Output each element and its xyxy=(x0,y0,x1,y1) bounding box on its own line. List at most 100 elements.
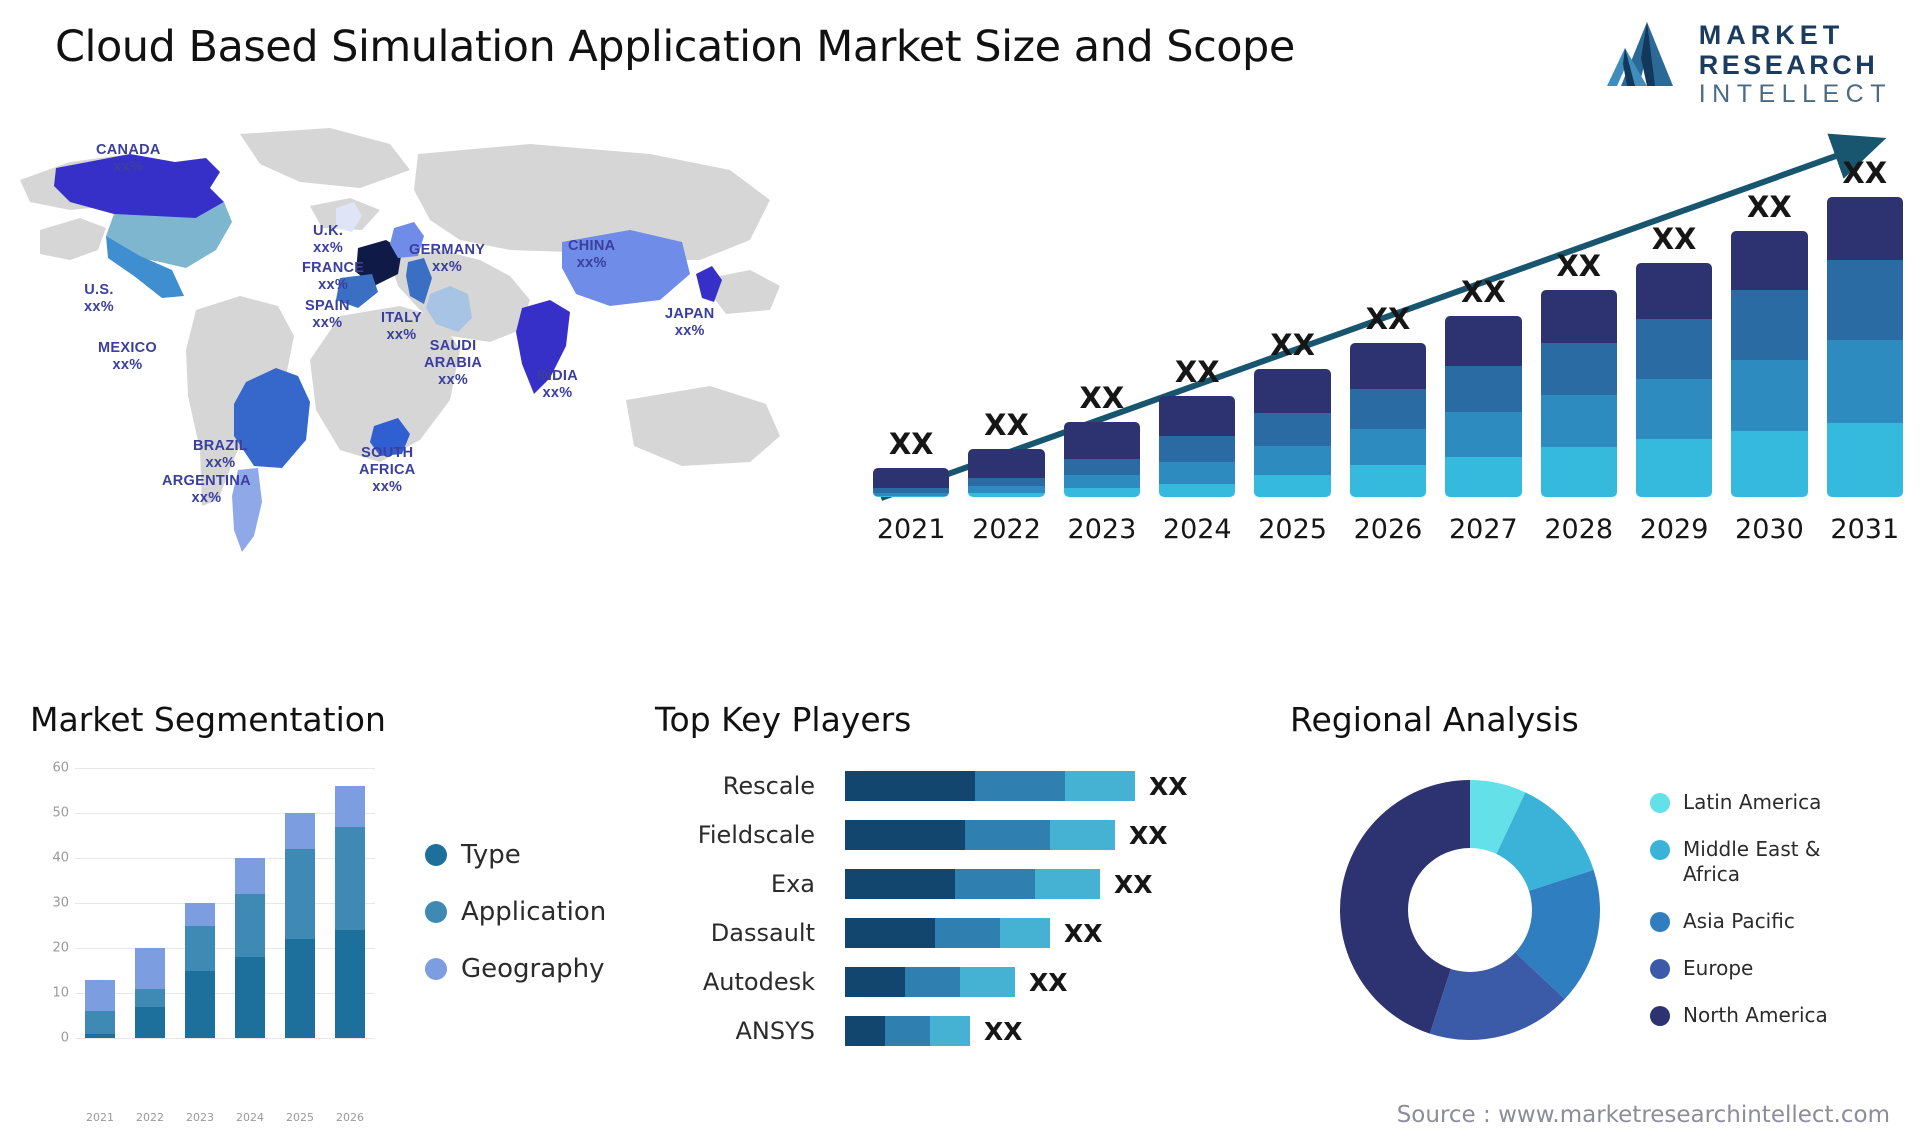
forecast-bar-segment xyxy=(1826,422,1903,497)
regional-legend-item[interactable]: Middle East & Africa xyxy=(1650,837,1873,887)
forecast-bar-segment xyxy=(1540,343,1617,396)
player-row: Fieldscale XX xyxy=(655,819,1305,851)
segmentation-y-tick: 30 xyxy=(52,895,69,911)
segmentation-bar-segment xyxy=(335,826,365,930)
regional-legend-item[interactable]: Latin America xyxy=(1650,790,1873,815)
segmentation-legend-label: Type xyxy=(461,840,521,870)
segmentation-y-tick: 20 xyxy=(52,940,69,956)
regional-legend-item[interactable]: Asia Pacific xyxy=(1650,909,1873,934)
segmentation-x-label: 2023 xyxy=(186,1111,214,1124)
forecast-bar-segment xyxy=(1159,483,1236,497)
player-value-label: XX xyxy=(1149,771,1188,801)
segmentation-plot: 2021 2022 2023 2024 2025 2026 0 10 20 30 40 50 60 xyxy=(52,761,375,1124)
map-label-value: xx% xyxy=(313,240,344,257)
segmentation-bar-segment xyxy=(135,1006,165,1038)
regional-legend-label: Europe xyxy=(1683,956,1754,980)
forecast-column: XX xyxy=(968,147,1045,497)
forecast-bar-segment xyxy=(1635,263,1713,320)
player-bar-segment xyxy=(1050,820,1115,850)
segmentation-bar-segment xyxy=(185,970,215,1038)
player-value-label: XX xyxy=(984,1016,1023,1046)
forecast-column: XX xyxy=(1349,147,1427,497)
segmentation-bars xyxy=(75,768,375,1038)
forecast-bar-segment xyxy=(1063,422,1141,459)
segmentation-x-label: 2026 xyxy=(336,1111,364,1124)
map-label-mexico: MEXICO xx% xyxy=(98,340,157,374)
forecast-year-label: 2026 xyxy=(1353,514,1423,545)
map-label-france: FRANCE xx% xyxy=(302,260,364,294)
player-bar-segment xyxy=(905,967,960,997)
player-row: Rescale XX xyxy=(655,770,1305,802)
legend-dot-icon xyxy=(1650,840,1670,860)
mountain-logo-icon xyxy=(1606,22,1673,86)
segmentation-bar xyxy=(185,768,215,1038)
player-bar xyxy=(845,820,1115,850)
map-label-u-k-: U.K. xx% xyxy=(313,223,343,257)
segmentation-y-tick: 40 xyxy=(52,850,69,866)
segmentation-bar-segment xyxy=(285,849,315,939)
player-bar xyxy=(845,1016,970,1046)
regional-legend-item[interactable]: Europe xyxy=(1650,956,1873,981)
forecast-bar xyxy=(1731,230,1808,497)
map-label-brazil: BRAZIL xx% xyxy=(193,438,248,472)
regional-legend-item[interactable]: North America xyxy=(1650,1003,1873,1028)
forecast-column: XX xyxy=(1063,147,1141,497)
player-value-label: XX xyxy=(1029,967,1068,997)
page-title: Cloud Based Simulation Application Marke… xyxy=(55,22,1295,72)
segmentation-bar-segment xyxy=(285,813,315,849)
map-label-name: SPAIN xyxy=(305,298,350,314)
player-value-label: XX xyxy=(1064,918,1103,948)
map-label-name: U.S. xyxy=(84,282,114,298)
segmentation-legend-label: Geography xyxy=(461,954,605,984)
forecast-value-label: XX xyxy=(1079,381,1125,415)
forecast-year-label: 2021 xyxy=(876,514,946,545)
forecast-bar xyxy=(1540,290,1617,497)
forecast-bar-segment xyxy=(968,448,1045,478)
segmentation-legend-item[interactable]: Type xyxy=(425,840,606,870)
forecast-year-label: 2027 xyxy=(1448,514,1518,545)
forecast-bar-segment xyxy=(968,486,1045,494)
map-label-japan: JAPAN xx% xyxy=(665,306,715,340)
brand-line-intellect: INTELLECT xyxy=(1698,80,1892,108)
regional-legend-label: Middle East & Africa xyxy=(1683,837,1821,886)
legend-dot-icon xyxy=(425,901,447,923)
regional-donut-chart xyxy=(1340,780,1600,1040)
forecast-year-label: 2024 xyxy=(1162,514,1232,545)
map-label-value: xx% xyxy=(432,259,463,276)
player-name: ANSYS xyxy=(735,1017,816,1045)
segmentation-legend-item[interactable]: Geography xyxy=(425,954,606,984)
map-label-value: xx% xyxy=(542,385,573,402)
map-label-south-africa: SOUTH AFRICA xx% xyxy=(359,445,416,496)
segmentation-bar-segment xyxy=(135,948,165,989)
player-bar-segment xyxy=(1065,771,1135,801)
forecast-bar-segment xyxy=(968,477,1045,487)
map-label-saudi-arabia: SAUDI ARABIA xx% xyxy=(424,338,482,389)
forecast-bar xyxy=(1635,263,1713,497)
segmentation-bar-segment xyxy=(85,1011,115,1034)
map-label-value: xx% xyxy=(113,159,144,176)
segmentation-y-tick: 50 xyxy=(52,805,69,821)
forecast-bar-segment xyxy=(1349,389,1427,429)
forecast-bar-segment xyxy=(1635,378,1713,440)
forecast-bar xyxy=(1826,197,1903,497)
regional-legend-label: North America xyxy=(1683,1003,1828,1027)
regional-title: Regional Analysis xyxy=(1290,700,1579,739)
forecast-value-label: XX xyxy=(1270,328,1315,363)
segmentation-legend-item[interactable]: Application xyxy=(425,897,606,927)
forecast-bar xyxy=(1159,396,1236,497)
segmentation-bar-segment xyxy=(335,930,365,1038)
forecast-bar xyxy=(873,468,950,497)
player-name: Exa xyxy=(770,870,815,898)
forecast-bar-segment xyxy=(1063,488,1141,497)
segmentation-bar xyxy=(335,768,365,1038)
forecast-column: XX xyxy=(1445,147,1522,497)
forecast-year-label: 2025 xyxy=(1258,514,1327,545)
segmentation-x-label: 2022 xyxy=(136,1111,164,1124)
forecast-bar-segment xyxy=(1063,474,1141,489)
forecast-value-label: XX xyxy=(1651,222,1697,257)
player-name: Fieldscale xyxy=(697,821,815,849)
map-label-value: xx% xyxy=(576,255,607,272)
map-label-u-s-: U.S. xx% xyxy=(84,282,114,316)
forecast-bar-segment xyxy=(1254,474,1331,497)
forecast-bar-segment xyxy=(1254,446,1331,475)
